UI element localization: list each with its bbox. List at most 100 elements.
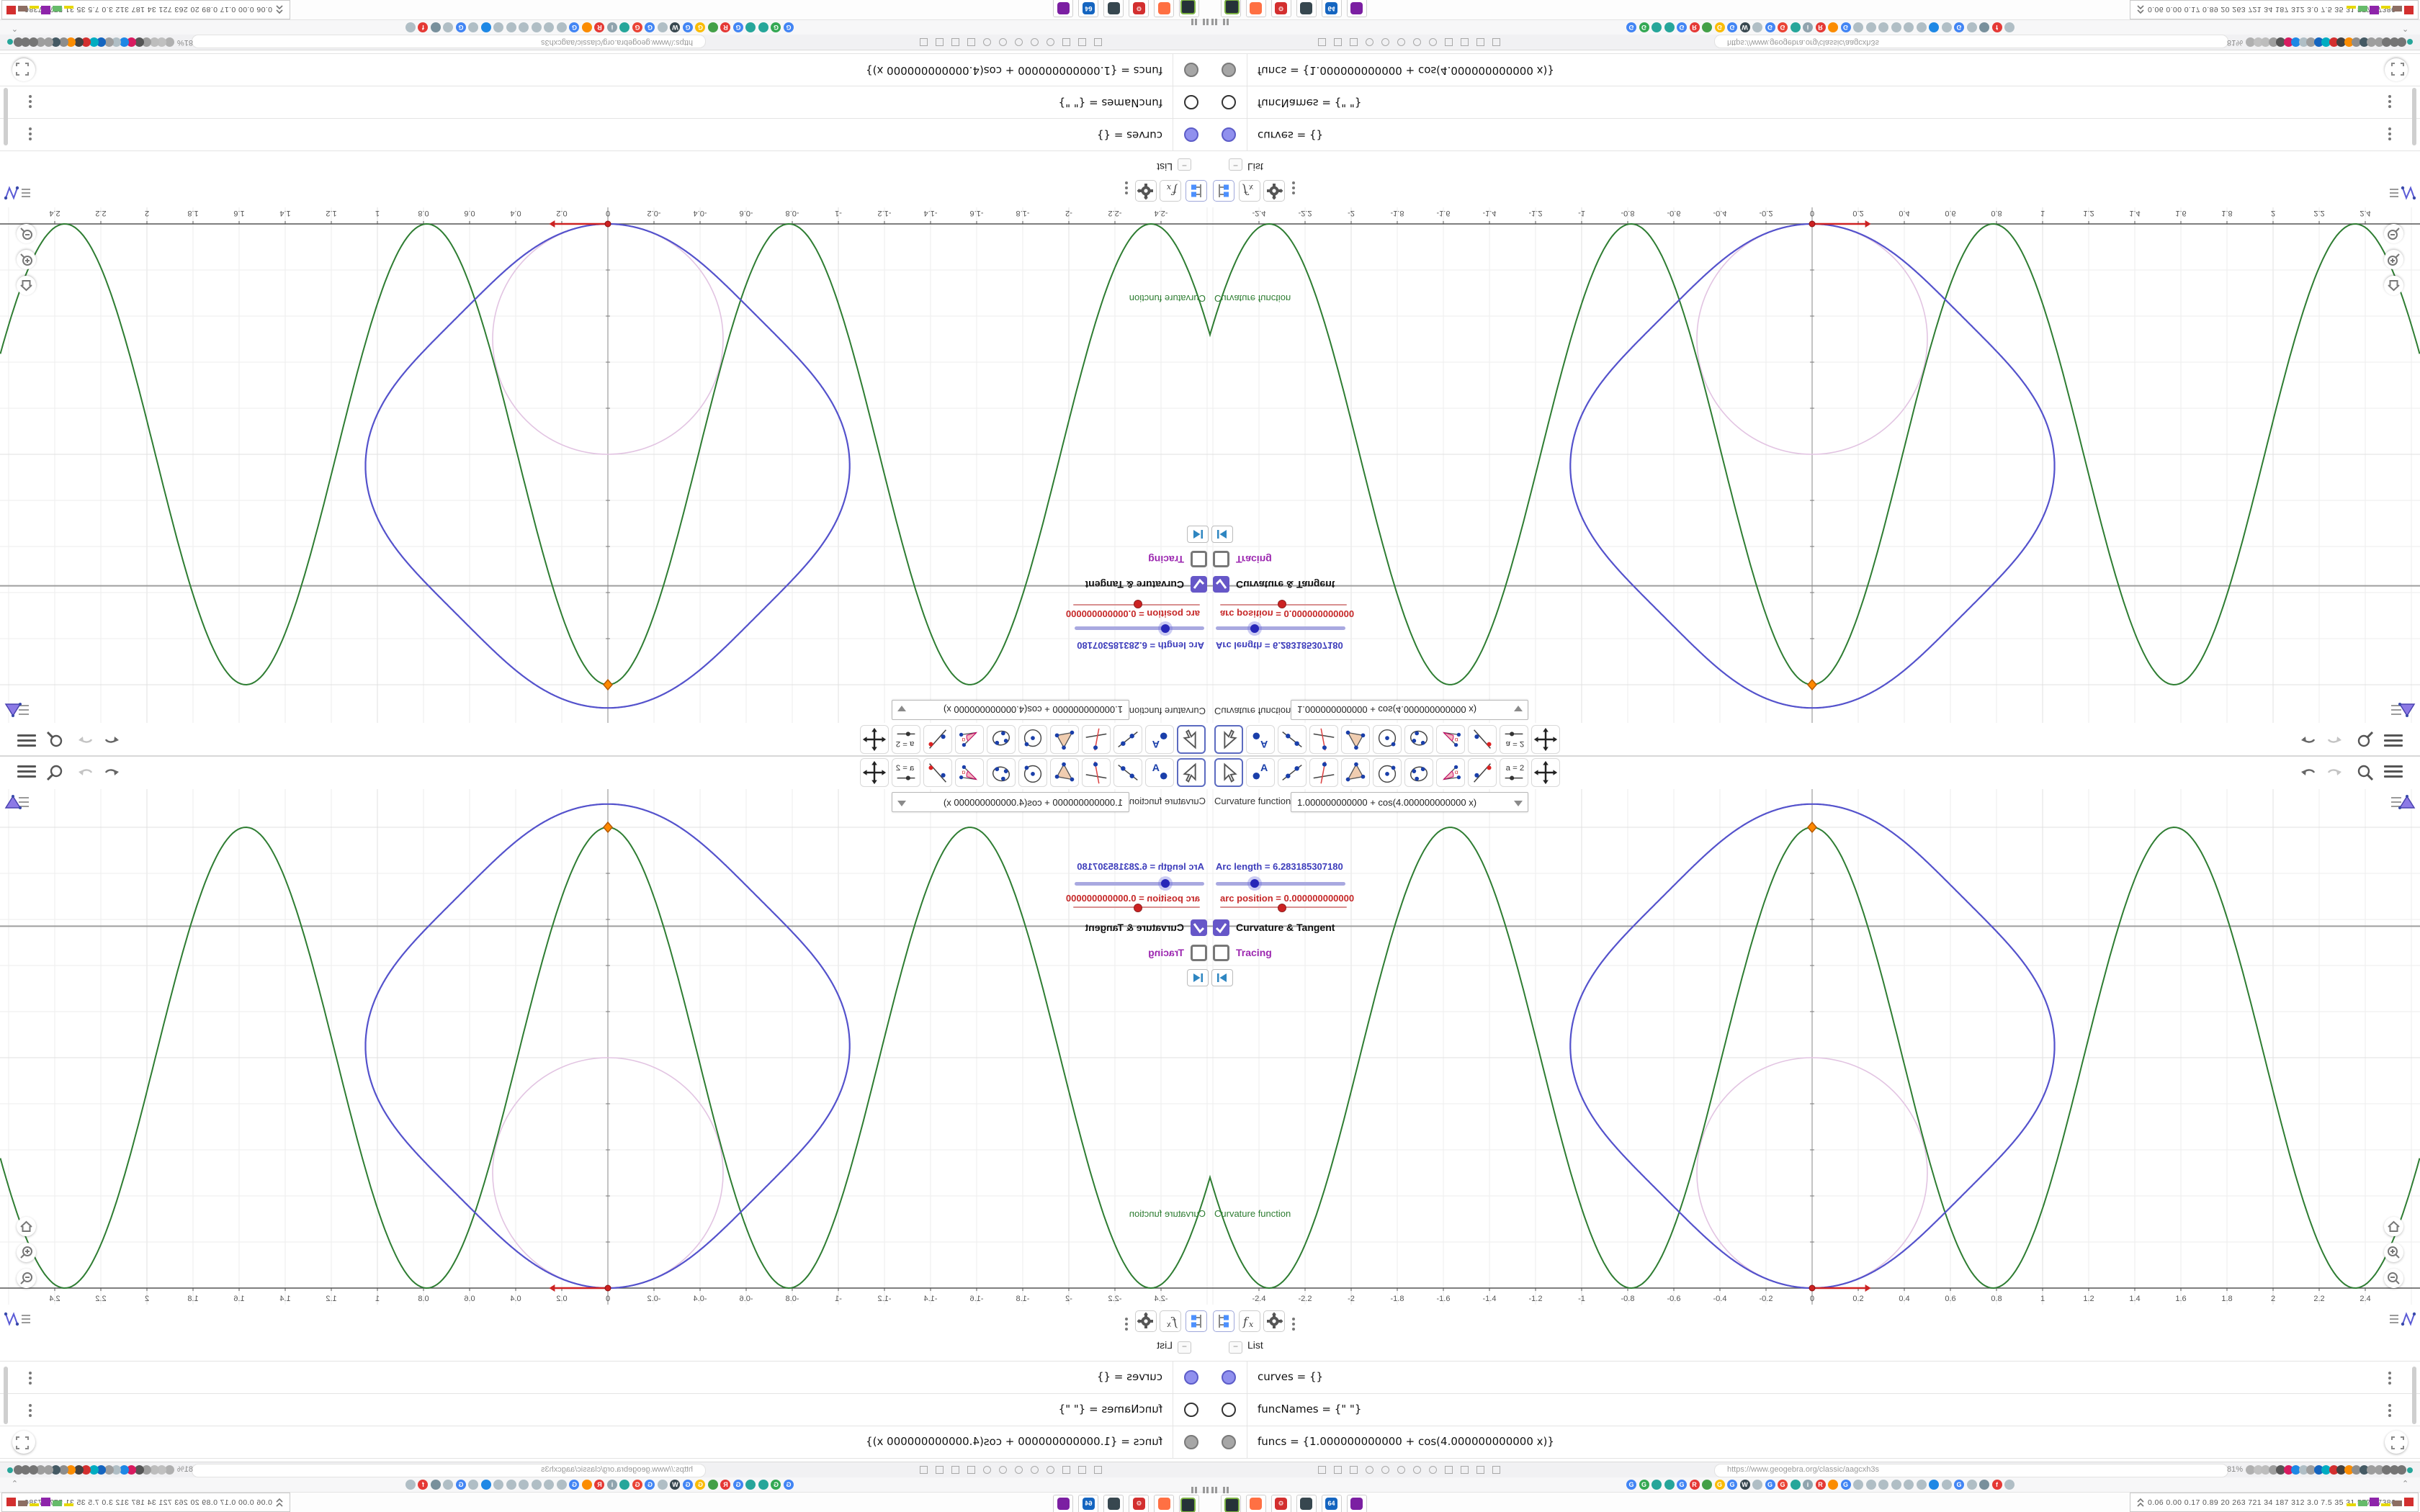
list-item-curves[interactable]: curves = {} xyxy=(1210,118,2420,151)
back-icon[interactable] xyxy=(1461,1466,1469,1474)
tool-reflect[interactable] xyxy=(923,758,952,787)
zoom-out-button[interactable] xyxy=(17,224,36,243)
redo-button[interactable] xyxy=(76,762,97,783)
tracing-checkbox[interactable] xyxy=(1191,945,1207,961)
skip-to-start-button[interactable] xyxy=(1187,969,1209,986)
bookmark-favicon[interactable] xyxy=(1853,22,1863,32)
graphics-view[interactable]: -2.4 -2.2 -2 -1.8 -1.6 -1.4 -1.2 -1 -0.8 -0.6 -0.4… xyxy=(0,207,1210,723)
bookmark-favicon[interactable] xyxy=(1916,22,1927,32)
folder-icon[interactable] xyxy=(1445,38,1453,46)
bookmark-favicon[interactable] xyxy=(658,22,668,32)
visibility-toggle[interactable] xyxy=(1184,1435,1198,1449)
tool-line[interactable] xyxy=(1278,725,1307,754)
user-icon[interactable] xyxy=(920,38,928,46)
list-item-curves[interactable]: curves = {} xyxy=(0,118,1210,151)
list-item-funcs[interactable]: funcs = {1.000000000000 + cos(4.00000000… xyxy=(1210,1426,2420,1459)
bookmark-favicon[interactable] xyxy=(443,22,454,32)
search-icon[interactable] xyxy=(2355,762,2375,783)
tool-conic[interactable] xyxy=(1404,758,1433,787)
back-icon[interactable] xyxy=(951,38,959,46)
taskbar-app-settings[interactable]: ⚙ xyxy=(1271,0,1291,17)
chevron-down-icon[interactable] xyxy=(1514,706,1523,711)
visibility-toggle[interactable] xyxy=(1222,127,1236,142)
arc-length-slider-handle[interactable] xyxy=(1250,879,1259,888)
tool-polygon[interactable] xyxy=(1050,758,1079,787)
bookmark-favicon[interactable] xyxy=(493,1480,504,1490)
taskbar-app-owl[interactable] xyxy=(1347,0,1367,17)
visibility-toggle[interactable] xyxy=(1184,63,1198,77)
taskbar-app-terminal[interactable] xyxy=(1221,1495,1241,1512)
gear2-icon[interactable] xyxy=(14,37,23,47)
row-kebab-icon[interactable] xyxy=(29,1369,32,1387)
bookmark-favicon[interactable] xyxy=(544,1480,555,1490)
tool-move[interactable] xyxy=(1177,725,1206,754)
taskbar-app-terminal[interactable] xyxy=(1179,0,1199,17)
collapse-list-button[interactable]: − xyxy=(1229,158,1242,171)
bookmark-favicon[interactable] xyxy=(708,22,718,32)
taskbar-app-display[interactable] xyxy=(1103,1495,1124,1512)
tool-line[interactable] xyxy=(1113,758,1142,787)
tool-polygon[interactable] xyxy=(1341,758,1370,787)
visibility-toggle[interactable] xyxy=(1184,1370,1198,1385)
chevron-down-icon[interactable] xyxy=(897,706,906,711)
arc-position-slider-handle[interactable] xyxy=(1134,904,1142,912)
bookmark-favicon[interactable] xyxy=(506,1480,516,1490)
bookmark-favicon[interactable] xyxy=(1652,22,1662,32)
gear2-icon[interactable] xyxy=(2397,37,2406,47)
bookmark-favicon[interactable]: W xyxy=(670,1480,681,1490)
bookmark-favicon[interactable]: R xyxy=(720,1480,731,1490)
bookmark-favicon[interactable] xyxy=(582,22,592,32)
dot-icon[interactable] xyxy=(1429,1466,1437,1474)
bookmark-favicon[interactable]: G xyxy=(1954,22,1964,32)
bookmark-favicon[interactable]: i xyxy=(607,1480,617,1490)
bookmark-favicon[interactable] xyxy=(1790,1480,1801,1490)
bookmark-favicon[interactable] xyxy=(481,1480,491,1490)
visibility-toggle[interactable] xyxy=(1222,1435,1236,1449)
algebra-stylebar-toggle[interactable] xyxy=(2388,181,2416,200)
list-item-funcs[interactable]: funcs = {1.000000000000 + cos(4.00000000… xyxy=(1210,53,2420,86)
menu-icon[interactable] xyxy=(2384,729,2403,750)
kebab-menu-icon[interactable] xyxy=(1125,179,1128,197)
kebab-menu-icon[interactable] xyxy=(1125,1315,1128,1333)
bookmark-favicon[interactable] xyxy=(1664,1480,1675,1490)
dot-icon[interactable] xyxy=(999,1466,1007,1474)
fullscreen-button[interactable] xyxy=(2385,1431,2408,1454)
list-item-funcs[interactable]: funcs = {1.000000000000 + cos(4.00000000… xyxy=(0,1426,1210,1459)
dot-icon[interactable] xyxy=(1413,1466,1421,1474)
bookmark-favicon[interactable] xyxy=(468,22,479,32)
bookmark-favicon[interactable]: f xyxy=(418,1480,429,1490)
home-button[interactable] xyxy=(2384,1217,2403,1236)
home-button[interactable] xyxy=(17,1217,36,1236)
bookmark-favicon[interactable]: G xyxy=(1778,22,1788,32)
shield-icon[interactable] xyxy=(936,38,944,46)
scrollbar[interactable] xyxy=(2412,88,2416,145)
person-icon[interactable] xyxy=(1094,1466,1102,1474)
plot-canvas[interactable]: -2.4 -2.2 -2 -1.8 -1.6 -1.4 -1.2 -1 -0.8 -0.6 -0.4… xyxy=(1210,207,2420,723)
curvature-function-input[interactable]: 1.000000000000 + cos(4.000000000000 x) xyxy=(892,700,1129,720)
taskbar-app-display[interactable] xyxy=(1103,0,1124,17)
bookmark-favicon[interactable] xyxy=(1929,22,1939,32)
scrollbar[interactable] xyxy=(2412,1367,2416,1424)
kebab-menu-icon[interactable] xyxy=(1292,179,1295,197)
fx-icon[interactable]: fx xyxy=(1160,1310,1181,1332)
bookmark-favicon[interactable] xyxy=(1828,1480,1838,1490)
arc-length-slider[interactable] xyxy=(1075,626,1204,630)
fullscreen-button[interactable] xyxy=(12,1431,35,1454)
row-kebab-icon[interactable] xyxy=(2388,1402,2391,1419)
bookmark-favicon[interactable]: G xyxy=(733,22,743,32)
bookmark-favicon[interactable] xyxy=(1966,22,1977,32)
zoom-in-button[interactable] xyxy=(17,1243,36,1262)
shield-icon[interactable] xyxy=(936,1466,944,1474)
bookmark-favicon[interactable] xyxy=(708,1480,718,1490)
dot-icon[interactable] xyxy=(1397,38,1405,46)
taskbar-app-settings[interactable]: ⚙ xyxy=(1129,0,1149,17)
search-icon[interactable] xyxy=(2355,729,2375,750)
visibility-toggle[interactable] xyxy=(1222,95,1236,109)
menu-icon[interactable] xyxy=(17,762,36,783)
visibility-toggle[interactable] xyxy=(1184,127,1198,142)
fx-icon[interactable]: fx xyxy=(1160,180,1181,202)
tool-perpendicular[interactable] xyxy=(1309,758,1338,787)
bookmark-favicon[interactable]: G xyxy=(695,1480,706,1490)
bookmark-favicon[interactable]: G xyxy=(569,22,580,32)
undo-button[interactable] xyxy=(2299,762,2319,783)
